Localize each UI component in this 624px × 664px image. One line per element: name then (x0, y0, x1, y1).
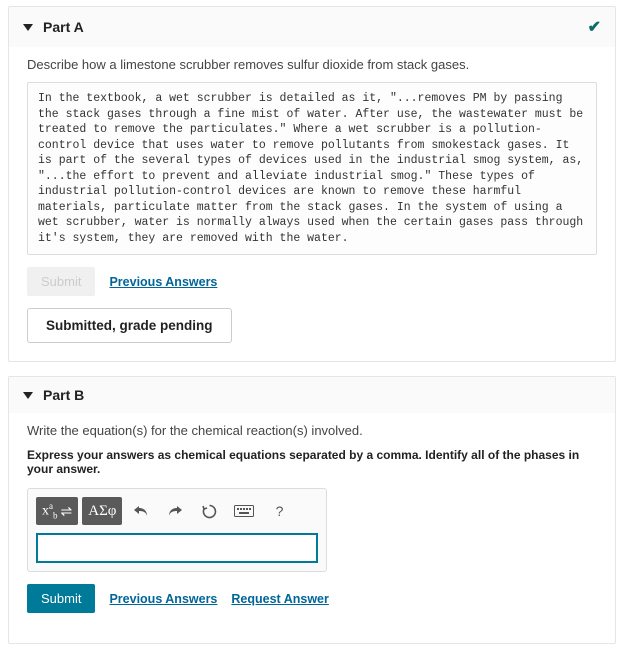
previous-answers-link[interactable]: Previous Answers (109, 592, 217, 606)
part-a-prompt: Describe how a limestone scrubber remove… (27, 57, 597, 72)
sub-sup-icon: xab (42, 501, 58, 520)
part-b-actions: Submit Previous Answers Request Answer (27, 584, 597, 613)
part-a: Part A ✔ Describe how a limestone scrubb… (8, 6, 616, 362)
part-a-header[interactable]: Part A ✔ (9, 7, 615, 47)
help-button[interactable]: ? (264, 497, 294, 525)
part-a-title: Part A (43, 19, 84, 35)
greek-button[interactable]: ΑΣφ (82, 497, 122, 525)
submit-button: Submit (27, 267, 95, 296)
check-icon: ✔ (588, 17, 601, 37)
part-a-body: Describe how a limestone scrubber remove… (9, 47, 615, 361)
undo-button[interactable] (126, 497, 156, 525)
part-a-answer[interactable]: In the textbook, a wet scrubber is detai… (27, 82, 597, 255)
undo-icon (133, 504, 149, 518)
part-a-actions: Submit Previous Answers (27, 267, 597, 296)
request-answer-link[interactable]: Request Answer (231, 592, 328, 606)
templates-button[interactable]: xab ⇌ (36, 497, 78, 525)
part-b-instruction: Express your answers as chemical equatio… (27, 448, 597, 476)
equation-editor: xab ⇌ ΑΣφ ? (27, 488, 327, 572)
part-b-header[interactable]: Part B (9, 377, 615, 413)
part-b: Part B Write the equation(s) for the che… (8, 376, 616, 644)
submit-button[interactable]: Submit (27, 584, 95, 613)
part-b-prompt: Write the equation(s) for the chemical r… (27, 423, 597, 438)
equation-input[interactable] (36, 533, 318, 563)
status-badge: Submitted, grade pending (27, 308, 232, 343)
redo-button[interactable] (160, 497, 190, 525)
redo-icon (167, 504, 183, 518)
reset-button[interactable] (194, 497, 224, 525)
part-b-title: Part B (43, 387, 84, 403)
keyboard-button[interactable] (228, 497, 260, 525)
collapse-icon (23, 24, 33, 31)
keyboard-icon (234, 505, 254, 517)
collapse-icon (23, 392, 33, 399)
previous-answers-link[interactable]: Previous Answers (109, 275, 217, 289)
equation-toolbar: xab ⇌ ΑΣφ ? (36, 497, 318, 525)
reset-icon (202, 504, 217, 519)
part-b-body: Write the equation(s) for the chemical r… (9, 413, 615, 643)
